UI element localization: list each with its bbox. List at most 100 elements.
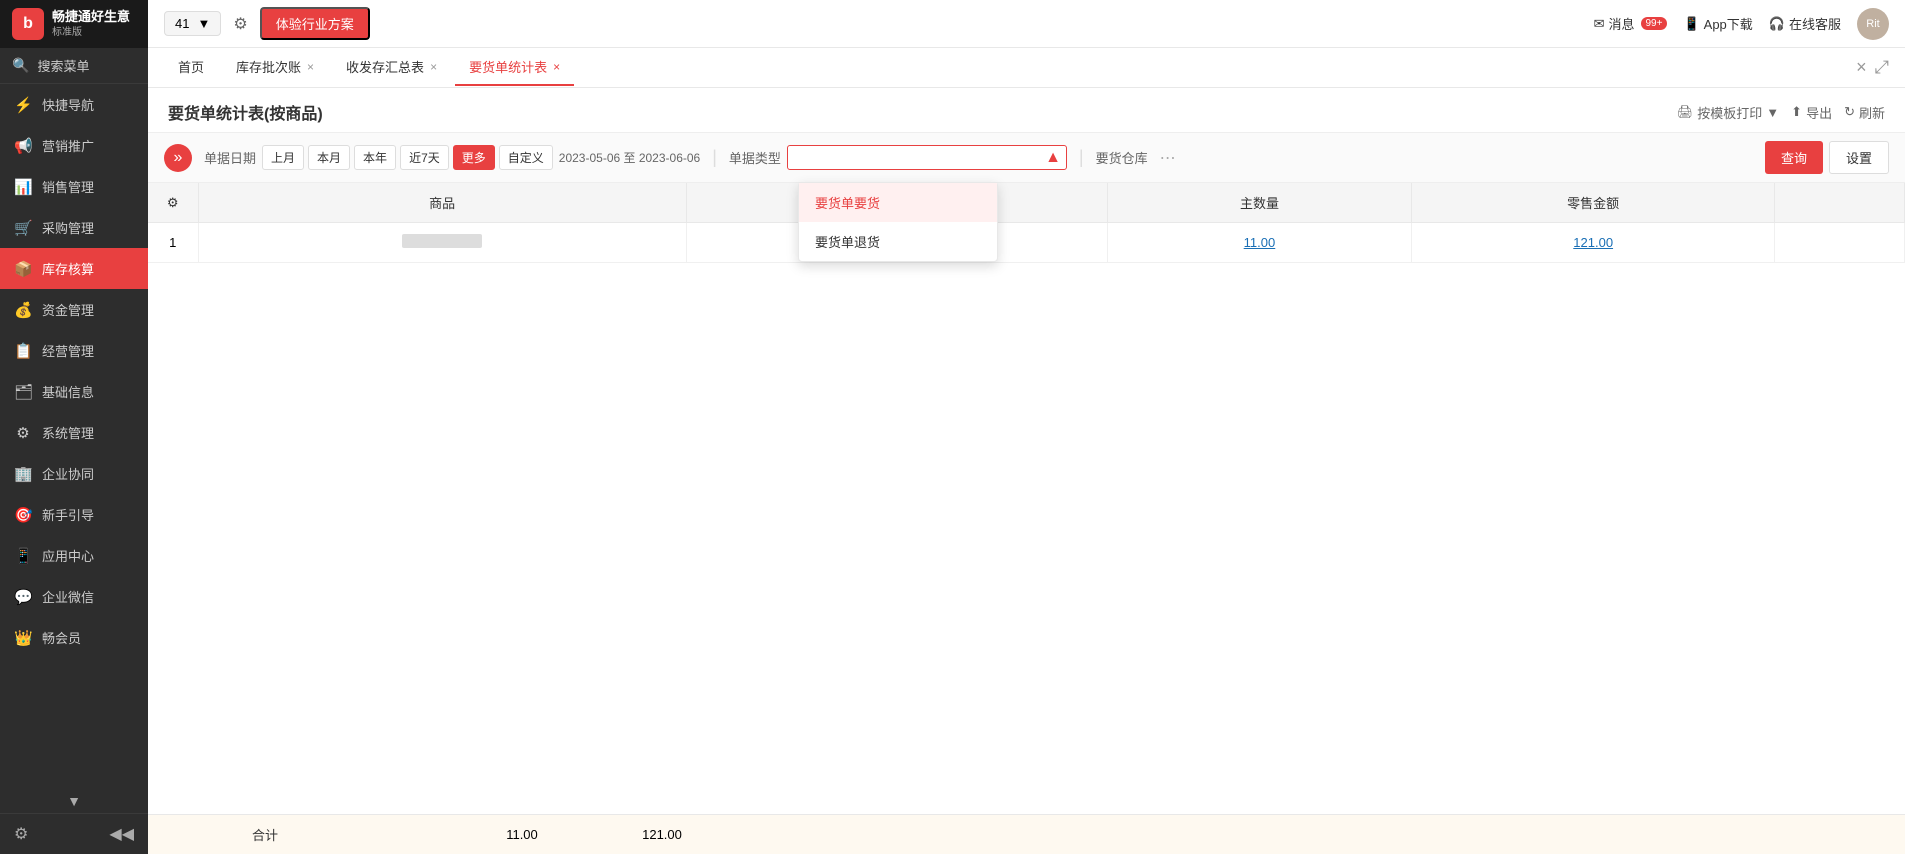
message-label: 消息 (1608, 14, 1634, 33)
filter-type-group: 单据类型 ▲ (729, 145, 1067, 170)
online-service-btn[interactable]: 🎧 在线客服 (1769, 14, 1841, 33)
tab-home[interactable]: 首页 (164, 49, 218, 86)
tab-bar-close-icon[interactable]: × (1856, 57, 1867, 78)
sidebar-item-finance[interactable]: 💰 资金管理 (0, 289, 148, 330)
date-btn-custom[interactable]: 自定义 (499, 145, 553, 170)
sidebar-scroll-down[interactable]: ▼ (0, 789, 148, 813)
sidebar-item-label: 销售管理 (42, 177, 94, 196)
collapse-icon[interactable]: ◀◀ (109, 824, 134, 844)
export-icon: ⬆ (1791, 104, 1802, 120)
message-btn[interactable]: ✉ 消息 99+ (1594, 14, 1668, 33)
brand-version: 标准版 (52, 26, 130, 39)
sidebar-search[interactable]: 🔍 搜索菜单 (0, 48, 148, 84)
query-button[interactable]: 查询 (1765, 141, 1823, 174)
page-area: 要货单统计表(按商品) 🖨 按模板打印 ▼ ⬆ 导出 ↻ 刷新 » (148, 88, 1905, 854)
sidebar-item-member[interactable]: 👑 畅会员 (0, 617, 148, 658)
sidebar-item-app-center[interactable]: 📱 应用中心 (0, 535, 148, 576)
settings-button[interactable]: 设置 (1829, 141, 1889, 174)
sidebar-item-operations[interactable]: 📋 经营管理 (0, 330, 148, 371)
date-range: 2023-05-06 至 2023-06-06 (559, 149, 700, 166)
filter-separator: | (712, 147, 717, 168)
row-qty[interactable]: 11.00 (1107, 223, 1412, 263)
type-dropdown: 要货单要货 要货单退货 (798, 182, 998, 262)
sidebar-item-quick-nav[interactable]: ⚡ 快捷导航 (0, 84, 148, 125)
app-icon: 📱 (1683, 16, 1699, 32)
user-avatar[interactable]: Rit (1857, 8, 1889, 40)
app-logo: b (12, 8, 44, 40)
sidebar-item-label: 畅会员 (42, 628, 81, 647)
sidebar-item-label: 基础信息 (42, 382, 94, 401)
filter-expand-btn[interactable]: » (164, 144, 192, 172)
sidebar-item-system[interactable]: ⚙ 系统管理 (0, 412, 148, 453)
tab-close-icon[interactable]: × (553, 60, 560, 74)
page-title: 要货单统计表(按商品) (168, 100, 323, 124)
dropdown-item-order[interactable]: 要货单要货 (799, 183, 997, 222)
tab-label: 库存批次账 (236, 57, 301, 76)
topbar-settings-icon[interactable]: ⚙ (233, 14, 247, 34)
export-label: 导出 (1806, 103, 1832, 122)
service-icon: 🎧 (1769, 16, 1785, 32)
filter-separator2: | (1079, 147, 1084, 168)
dropdown-item-return[interactable]: 要货单退货 (799, 222, 997, 261)
date-btn-7days[interactable]: 近7天 (400, 145, 449, 170)
tab-recv-summary[interactable]: 收发存汇总表 × (332, 49, 451, 86)
tab-inventory-batch[interactable]: 库存批次账 × (222, 49, 328, 86)
type-dropdown-icon[interactable]: ▲ (1045, 149, 1061, 167)
quick-nav-icon: ⚡ (14, 96, 32, 114)
purchase-icon: 🛒 (14, 219, 32, 237)
tab-order-stats[interactable]: 要货单统计表 × (455, 49, 574, 86)
col-settings[interactable]: ⚙ (148, 183, 198, 223)
sidebar-item-inventory[interactable]: 📦 库存核算 (0, 248, 148, 289)
date-btn-last-month[interactable]: 上月 (262, 145, 304, 170)
app-download-btn[interactable]: 📱 App下载 (1683, 14, 1752, 33)
date-btn-more[interactable]: 更多 (453, 145, 495, 170)
inventory-icon: 📦 (14, 260, 32, 278)
sidebar-item-enterprise[interactable]: 🏢 企业协同 (0, 453, 148, 494)
export-btn[interactable]: ⬆ 导出 (1791, 103, 1832, 122)
sidebar-item-guide[interactable]: 🎯 新手引导 (0, 494, 148, 535)
sidebar-item-sales[interactable]: 📊 销售管理 (0, 166, 148, 207)
account-number: 41 (175, 16, 189, 31)
refresh-btn[interactable]: ↻ 刷新 (1844, 103, 1885, 122)
filter-more-icon[interactable]: ⋯ (1160, 148, 1176, 168)
system-icon: ⚙ (14, 424, 32, 442)
row-no: 1 (148, 223, 198, 263)
tab-label: 要货单统计表 (469, 57, 547, 76)
tab-label: 收发存汇总表 (346, 57, 424, 76)
search-label: 搜索菜单 (37, 56, 89, 75)
print-dropdown-icon: ▼ (1766, 105, 1779, 120)
sidebar-item-purchase[interactable]: 🛒 采购管理 (0, 207, 148, 248)
sidebar-item-label: 库存核算 (42, 259, 94, 278)
enterprise-icon: 🏢 (14, 465, 32, 483)
app-brand: 畅捷通好生意 标准版 (52, 9, 130, 39)
tab-bar-expand-icon[interactable]: ⤢ (1875, 57, 1889, 78)
type-input[interactable] (787, 145, 1067, 170)
topbar-left: 41 ▼ ⚙ 体验行业方案 (164, 7, 370, 40)
print-btn[interactable]: 🖨 按模板打印 ▼ (1677, 103, 1779, 122)
tab-close-icon[interactable]: × (307, 60, 314, 74)
row-extra (1775, 223, 1905, 263)
row-amount[interactable]: 121.00 (1412, 223, 1775, 263)
page-header: 要货单统计表(按商品) 🖨 按模板打印 ▼ ⬆ 导出 ↻ 刷新 (148, 88, 1905, 132)
col-extra (1775, 183, 1905, 223)
sidebar-item-wechat[interactable]: 💬 企业微信 (0, 576, 148, 617)
tab-bar-actions: × ⤢ (1856, 57, 1889, 78)
footer-qty-total: 11.00 (452, 827, 592, 842)
finance-icon: 💰 (14, 301, 32, 319)
col-qty: 主数量 (1107, 183, 1412, 223)
table-header-row: ⚙ 商品 主计量单位 主数量 零售金额 (148, 183, 1905, 223)
dropdown-item-label: 要货单要货 (815, 196, 880, 211)
topbar-right: ✉ 消息 99+ 📱 App下载 🎧 在线客服 Rit (1594, 8, 1889, 40)
sidebar-item-marketing[interactable]: 📢 营销推广 (0, 125, 148, 166)
date-btn-this-month[interactable]: 本月 (308, 145, 350, 170)
sidebar-item-basics[interactable]: 🗂 基础信息 (0, 371, 148, 412)
sidebar-item-label: 快捷导航 (42, 95, 94, 114)
date-btn-this-year[interactable]: 本年 (354, 145, 396, 170)
app-label: App下载 (1704, 14, 1753, 33)
refresh-icon: ↻ (1844, 104, 1855, 120)
promo-button[interactable]: 体验行业方案 (260, 7, 370, 40)
sidebar-nav: ⚡ 快捷导航 📢 营销推广 📊 销售管理 🛒 采购管理 📦 库存核算 💰 资金管… (0, 84, 148, 789)
account-selector[interactable]: 41 ▼ (164, 11, 221, 36)
settings-icon[interactable]: ⚙ (14, 824, 28, 844)
tab-close-icon[interactable]: × (430, 60, 437, 74)
